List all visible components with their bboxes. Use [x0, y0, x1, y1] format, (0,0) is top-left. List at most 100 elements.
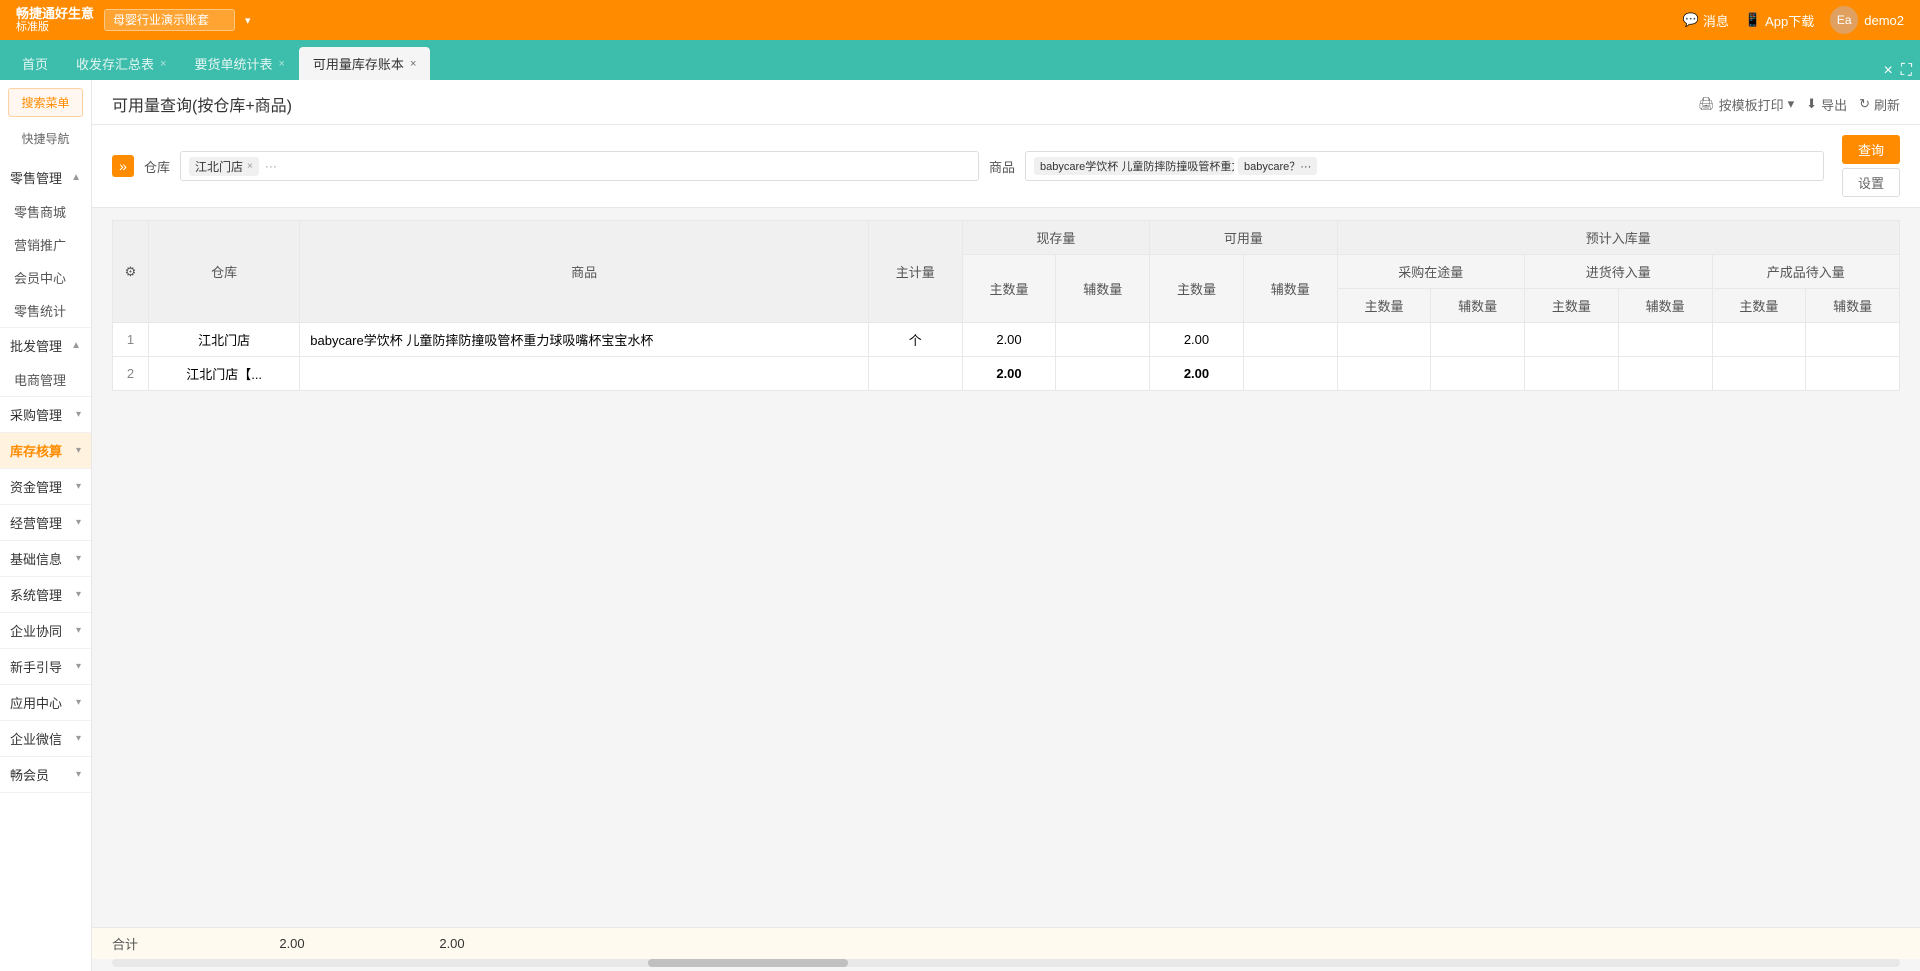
th-warehouse: 仓库	[149, 221, 300, 323]
sidebar-group-newguide-arrow: ▾	[76, 661, 81, 672]
th-finished-main-qty: 主数量	[1712, 289, 1806, 323]
message-btn[interactable]: 💬 消息	[1683, 11, 1729, 30]
search-menu-btn[interactable]: 搜索菜单	[8, 88, 83, 117]
tab-receivepay[interactable]: 收发存汇总表 ×	[62, 47, 180, 80]
th-purch-main-qty: 主数量	[1337, 289, 1431, 323]
refresh-label: 刷新	[1874, 95, 1900, 114]
table-footer: 合计 2.00 2.00	[92, 927, 1920, 959]
warehouse-tag-text: 江北门店	[195, 158, 243, 175]
sidebar-group-operations-arrow: ▾	[76, 517, 81, 528]
sidebar-group-purchase-header[interactable]: 采购管理 ▾	[0, 397, 91, 432]
sidebar-group-retail-header[interactable]: 零售管理 ▲	[0, 160, 91, 195]
sidebar-group-appcenter-header[interactable]: 应用中心 ▾	[0, 685, 91, 720]
sidebar-group-finance-header[interactable]: 资金管理 ▾	[0, 469, 91, 504]
logo-area: 畅捷通好生意 标准版	[16, 6, 94, 35]
row-1-avail-main: 2.00	[1150, 323, 1244, 357]
sidebar-group-wxwork-label: 企业微信	[10, 729, 62, 748]
sidebar-item-retail-mall[interactable]: 零售商城	[0, 195, 91, 228]
row-1-warehouse: 江北门店	[149, 323, 300, 357]
th-main-unit: 主计量	[868, 221, 962, 323]
sidebar-group-newguide-header[interactable]: 新手引导 ▾	[0, 649, 91, 684]
tab-orderstat[interactable]: 要货单统计表 ×	[180, 47, 298, 80]
tab-expand-btn[interactable]: ⛶	[1901, 62, 1912, 80]
row-2-product	[300, 357, 869, 391]
sidebar-group-basic: 基础信息 ▾	[0, 541, 91, 577]
quick-nav-btn[interactable]: 快捷导航	[8, 125, 83, 152]
sidebar-group-enterprise-arrow: ▾	[76, 625, 81, 636]
sidebar-group-system-header[interactable]: 系统管理 ▾	[0, 577, 91, 612]
sidebar-group-vip-header[interactable]: 畅会员 ▾	[0, 757, 91, 792]
product-tag-1: babycare？···	[1238, 157, 1317, 175]
sidebar-group-wxwork-header[interactable]: 企业微信 ▾	[0, 721, 91, 756]
user-area[interactable]: Ea demo2	[1830, 6, 1904, 34]
page-title: 可用量查询(按仓库+商品)	[112, 92, 292, 116]
page-header: 可用量查询(按仓库+商品) 🖨 按模板打印 ▾ ⬇ 导出 ↻ 刷新	[92, 80, 1920, 125]
sidebar-group-vip: 畅会员 ▾	[0, 757, 91, 793]
sidebar-group-purchase-arrow: ▾	[76, 409, 81, 420]
refresh-icon: ↻	[1859, 96, 1870, 112]
row-2-avail-main: 2.00	[1150, 357, 1244, 391]
nav-btn-area: 快捷导航	[0, 125, 91, 160]
tab-availstock-label: 可用量库存账本	[313, 54, 404, 73]
tab-receivepay-close[interactable]: ×	[160, 58, 166, 70]
logo-text: 畅捷通好生意	[16, 6, 94, 22]
print-template-btn[interactable]: 🖨 按模板打印 ▾	[1698, 95, 1794, 114]
warehouse-more[interactable]: ···	[265, 159, 277, 173]
row-2-current-aux	[1056, 357, 1150, 391]
th-purch-aux-qty: 辅数量	[1431, 289, 1525, 323]
account-selector[interactable]: 母婴行业演示账套	[104, 9, 235, 31]
row-1-purch-main	[1337, 323, 1431, 357]
sidebar-group-basic-label: 基础信息	[10, 549, 62, 568]
th-incoming-aux-qty: 辅数量	[1618, 289, 1712, 323]
sidebar-group-inventory-header[interactable]: 库存核算 ▾	[0, 433, 91, 468]
sidebar-group-enterprise-header[interactable]: 企业协同 ▾	[0, 613, 91, 648]
app-download-btn[interactable]: 📱 App下载	[1745, 11, 1814, 30]
setting-btn[interactable]: 设置	[1842, 168, 1900, 197]
tab-availstock-close[interactable]: ×	[410, 58, 416, 70]
refresh-btn[interactable]: ↻ 刷新	[1859, 95, 1900, 114]
product-filter-area[interactable]: babycare学饮杯 儿童防摔防撞吸管杯重力球吸嘴杯宝宝水杯 × babyca…	[1025, 151, 1824, 181]
row-2-incoming-aux	[1618, 357, 1712, 391]
app-download-label: App下载	[1765, 11, 1814, 30]
selector-arrow[interactable]: ▾	[245, 14, 251, 27]
tab-close-all-btn[interactable]: ×	[1883, 62, 1892, 80]
export-btn[interactable]: ⬇ 导出	[1806, 95, 1847, 114]
query-btn[interactable]: 查询	[1842, 135, 1900, 164]
filter-expand-btn[interactable]: »	[112, 155, 134, 177]
row-1-current-main: 2.00	[962, 323, 1056, 357]
tab-home[interactable]: 首页	[8, 47, 62, 80]
print-label: 按模板打印	[1719, 95, 1784, 114]
sidebar-group-enterprise-label: 企业协同	[10, 621, 62, 640]
footer-current-main: 2.00	[252, 936, 332, 951]
row-2-incoming-main	[1525, 357, 1619, 391]
tab-orderstat-close[interactable]: ×	[278, 58, 284, 70]
product-tag-0: babycare学饮杯 儿童防摔防撞吸管杯重力球吸嘴杯宝宝水杯 ×	[1034, 157, 1234, 175]
sidebar-group-system-arrow: ▾	[76, 589, 81, 600]
sidebar-item-retail-promo[interactable]: 营销推广	[0, 228, 91, 261]
sidebar-group-inventory: 库存核算 ▾	[0, 433, 91, 469]
message-label: 消息	[1703, 11, 1729, 30]
sidebar-group-basic-header[interactable]: 基础信息 ▾	[0, 541, 91, 576]
sidebar-group-retail: 零售管理 ▲ 零售商城 营销推广 会员中心 零售统计	[0, 160, 91, 328]
sidebar-item-ecommerce[interactable]: 电商管理	[0, 363, 91, 396]
top-bar-right: 💬 消息 📱 App下载 Ea demo2	[1683, 6, 1904, 34]
sidebar-item-retail-member[interactable]: 会员中心	[0, 261, 91, 294]
export-icon: ⬇	[1806, 96, 1817, 112]
row-1-product: babycare学饮杯 儿童防摔防撞吸管杯重力球吸嘴杯宝宝水杯	[300, 323, 869, 357]
th-settings[interactable]: ⚙	[113, 221, 149, 323]
warehouse-filter-area[interactable]: 江北门店 × ···	[180, 151, 979, 181]
th-available: 可用量	[1150, 221, 1337, 255]
tab-receivepay-label: 收发存汇总表	[76, 54, 154, 73]
scroll-bar[interactable]	[112, 959, 1900, 967]
sidebar-group-newguide: 新手引导 ▾	[0, 649, 91, 685]
sidebar-group-inventory-label: 库存核算	[10, 441, 62, 460]
footer-values: 2.00 2.00	[252, 936, 1900, 951]
warehouse-tag-close[interactable]: ×	[247, 161, 253, 172]
tab-availstock[interactable]: 可用量库存账本 ×	[299, 47, 430, 80]
sidebar-item-retail-stat[interactable]: 零售统计	[0, 294, 91, 327]
row-1-current-aux	[1056, 323, 1150, 357]
scroll-thumb	[648, 959, 848, 967]
sidebar-group-system: 系统管理 ▾	[0, 577, 91, 613]
sidebar-group-operations-header[interactable]: 经营管理 ▾	[0, 505, 91, 540]
sidebar-group-wholesale-header[interactable]: 批发管理 ▲	[0, 328, 91, 363]
